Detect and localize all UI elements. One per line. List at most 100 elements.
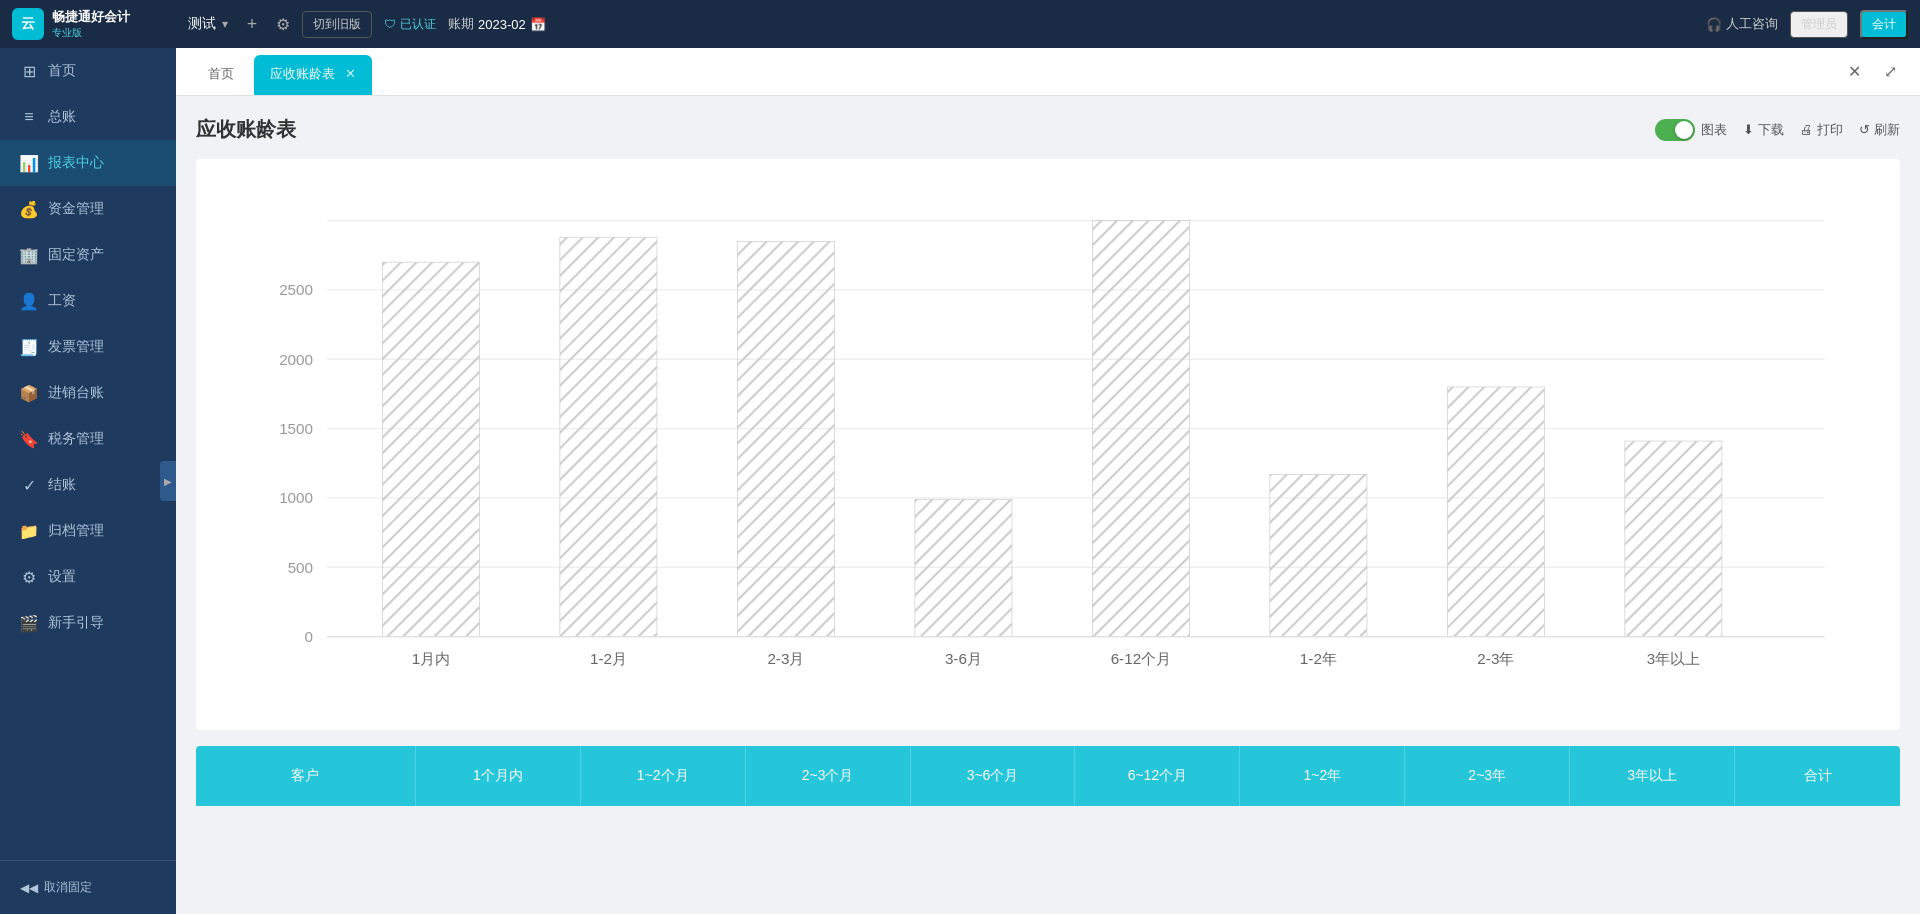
sidebar-icon-invoice: 🧾 xyxy=(20,338,38,356)
logo-sub: 专业版 xyxy=(52,26,130,40)
sidebar-item-settlement[interactable]: ✓ 结账 xyxy=(0,462,176,508)
sidebar-label-inventory: 进销台账 xyxy=(48,384,104,402)
download-button[interactable]: ⬇ 下载 xyxy=(1743,121,1784,139)
logo-icon: 云 xyxy=(12,8,44,40)
sidebar-icon-tax: 🔖 xyxy=(20,430,38,448)
sidebar-icon-salary: 👤 xyxy=(20,292,38,310)
header-middle: 测试 ▾ + ⚙ 切到旧版 🛡 已认证 账期 2023-02 📅 xyxy=(172,11,1706,38)
header-right: 🎧 人工咨询 管理员 会计 xyxy=(1706,10,1908,39)
sidebar-icon-funds: 💰 xyxy=(20,200,38,218)
refresh-button[interactable]: ↺ 刷新 xyxy=(1859,121,1900,139)
table-header-col-5: 6~12个月 xyxy=(1075,746,1240,806)
company-name: 测试 xyxy=(188,15,216,33)
old-version-button[interactable]: 切到旧版 xyxy=(302,11,372,38)
sidebar-scroll: ⊞ 首页 ≡ 总账 📊 报表中心 💰 资金管理 🏢 固定资产 👤 工资 🧾 发票… xyxy=(0,48,176,860)
unpin-button[interactable]: ◀◀ 取消固定 xyxy=(12,873,164,902)
svg-text:2500: 2500 xyxy=(279,281,313,298)
sidebar-label-archive: 归档管理 xyxy=(48,522,104,540)
sidebar-item-tax[interactable]: 🔖 税务管理 xyxy=(0,416,176,462)
sidebar-label-salary: 工资 xyxy=(48,292,76,310)
sidebar-item-invoice[interactable]: 🧾 发票管理 xyxy=(0,324,176,370)
sidebar-icon-archive: 📁 xyxy=(20,522,38,540)
sidebar-item-home[interactable]: ⊞ 首页 xyxy=(0,48,176,94)
settings-icon[interactable]: ⚙ xyxy=(276,15,290,34)
tab-aging-label: 应收账龄表 xyxy=(270,66,335,81)
svg-text:3-6月: 3-6月 xyxy=(945,650,982,667)
main-layout: ⊞ 首页 ≡ 总账 📊 报表中心 💰 资金管理 🏢 固定资产 👤 工资 🧾 发票… xyxy=(0,48,1920,914)
sidebar-icon-settlement: ✓ xyxy=(20,476,38,494)
sidebar-label-funds: 资金管理 xyxy=(48,200,104,218)
role-button[interactable]: 会计 xyxy=(1860,10,1908,39)
user-button[interactable]: 管理员 xyxy=(1790,11,1848,38)
svg-text:2-3月: 2-3月 xyxy=(767,650,804,667)
sidebar-icon-ledger: ≡ xyxy=(20,108,38,126)
svg-text:2-3年: 2-3年 xyxy=(1477,650,1514,667)
sidebar-resize-handle[interactable]: ▶ xyxy=(160,461,176,501)
chart-container: 0 500 1000 1500 2000 2500 1月内 xyxy=(196,159,1900,730)
sidebar-item-salary[interactable]: 👤 工资 xyxy=(0,278,176,324)
svg-text:2000: 2000 xyxy=(279,351,313,368)
sidebar-item-guide[interactable]: 🎬 新手引导 xyxy=(0,600,176,646)
table-header-col-8: 3年以上 xyxy=(1570,746,1735,806)
sidebar-item-assets[interactable]: 🏢 固定资产 xyxy=(0,232,176,278)
tab-aging[interactable]: 应收账龄表 ✕ xyxy=(254,55,372,95)
sidebar-item-settings[interactable]: ⚙ 设置 xyxy=(0,554,176,600)
add-company-button[interactable]: + xyxy=(240,12,264,36)
sidebar-label-invoice: 发票管理 xyxy=(48,338,104,356)
sidebar-item-inventory[interactable]: 📦 进销台账 xyxy=(0,370,176,416)
sidebar-icon-home: ⊞ xyxy=(20,62,38,80)
svg-text:0: 0 xyxy=(305,628,313,645)
svg-text:500: 500 xyxy=(288,559,313,576)
logo-name: 畅捷通好会计 xyxy=(52,8,130,26)
support-button[interactable]: 🎧 人工咨询 xyxy=(1706,15,1778,33)
tab-close-icon[interactable]: ✕ xyxy=(345,66,356,81)
unpin-icon: ◀◀ xyxy=(20,881,38,895)
tab-home[interactable]: 首页 xyxy=(192,55,250,95)
svg-text:1500: 1500 xyxy=(279,420,313,437)
sidebar-item-archive[interactable]: 📁 归档管理 xyxy=(0,508,176,554)
sidebar-label-tax: 税务管理 xyxy=(48,430,104,448)
table-header-col-3: 2~3个月 xyxy=(746,746,911,806)
certified-badge: 🛡 已认证 xyxy=(384,16,436,33)
bar-1-2month xyxy=(560,237,657,636)
expand-panel-button[interactable]: ⤢ xyxy=(1876,58,1904,86)
svg-text:1月内: 1月内 xyxy=(412,650,450,667)
print-button[interactable]: 🖨 打印 xyxy=(1800,121,1843,139)
sidebar-item-funds[interactable]: 💰 资金管理 xyxy=(0,186,176,232)
table-header-col-6: 1~2年 xyxy=(1240,746,1405,806)
chart-toggle-label: 图表 xyxy=(1701,121,1727,139)
bar-1month xyxy=(382,262,479,636)
sidebar-item-reports[interactable]: 📊 报表中心 xyxy=(0,140,176,186)
sidebar-icon-guide: 🎬 xyxy=(20,614,38,632)
chart-toggle[interactable]: 图表 xyxy=(1655,119,1727,141)
sidebar-icon-settings: ⚙ xyxy=(20,568,38,586)
table-header-col-9: 合计 xyxy=(1735,746,1900,806)
table-header-col-0: 客户 xyxy=(196,746,416,806)
download-icon: ⬇ xyxy=(1743,122,1754,137)
period-info: 账期 2023-02 📅 xyxy=(448,15,546,33)
tab-bar: 首页 应收账龄表 ✕ ✕ ⤢ xyxy=(176,48,1920,96)
sidebar-icon-inventory: 📦 xyxy=(20,384,38,402)
page-header: 应收账龄表 图表 ⬇ 下载 🖨 打印 xyxy=(196,116,1900,143)
logo-text: 畅捷通好会计 专业版 xyxy=(52,8,130,40)
calendar-icon[interactable]: 📅 xyxy=(530,17,546,32)
toggle-thumb xyxy=(1675,121,1693,139)
bar-3-6month xyxy=(915,499,1012,636)
sidebar-label-settings: 设置 xyxy=(48,568,76,586)
svg-text:6-12个月: 6-12个月 xyxy=(1111,650,1172,667)
toggle-track[interactable] xyxy=(1655,119,1695,141)
sidebar-item-ledger[interactable]: ≡ 总账 xyxy=(0,94,176,140)
sidebar-label-reports: 报表中心 xyxy=(48,154,104,172)
sidebar-bottom: ◀◀ 取消固定 xyxy=(0,860,176,914)
support-label: 人工咨询 xyxy=(1726,15,1778,33)
company-selector[interactable]: 测试 ▾ xyxy=(188,15,228,33)
content-area: 首页 应收账龄表 ✕ ✕ ⤢ 应收账龄表 图表 xyxy=(176,48,1920,914)
bar-6-12month xyxy=(1092,221,1189,637)
period-value: 2023-02 xyxy=(478,17,526,32)
refresh-icon: ↺ xyxy=(1859,122,1870,137)
svg-text:3年以上: 3年以上 xyxy=(1647,650,1700,667)
bar-2-3year xyxy=(1447,387,1544,637)
close-panel-button[interactable]: ✕ xyxy=(1840,58,1868,86)
sidebar-label-home: 首页 xyxy=(48,62,76,80)
sidebar-label-settlement: 结账 xyxy=(48,476,76,494)
